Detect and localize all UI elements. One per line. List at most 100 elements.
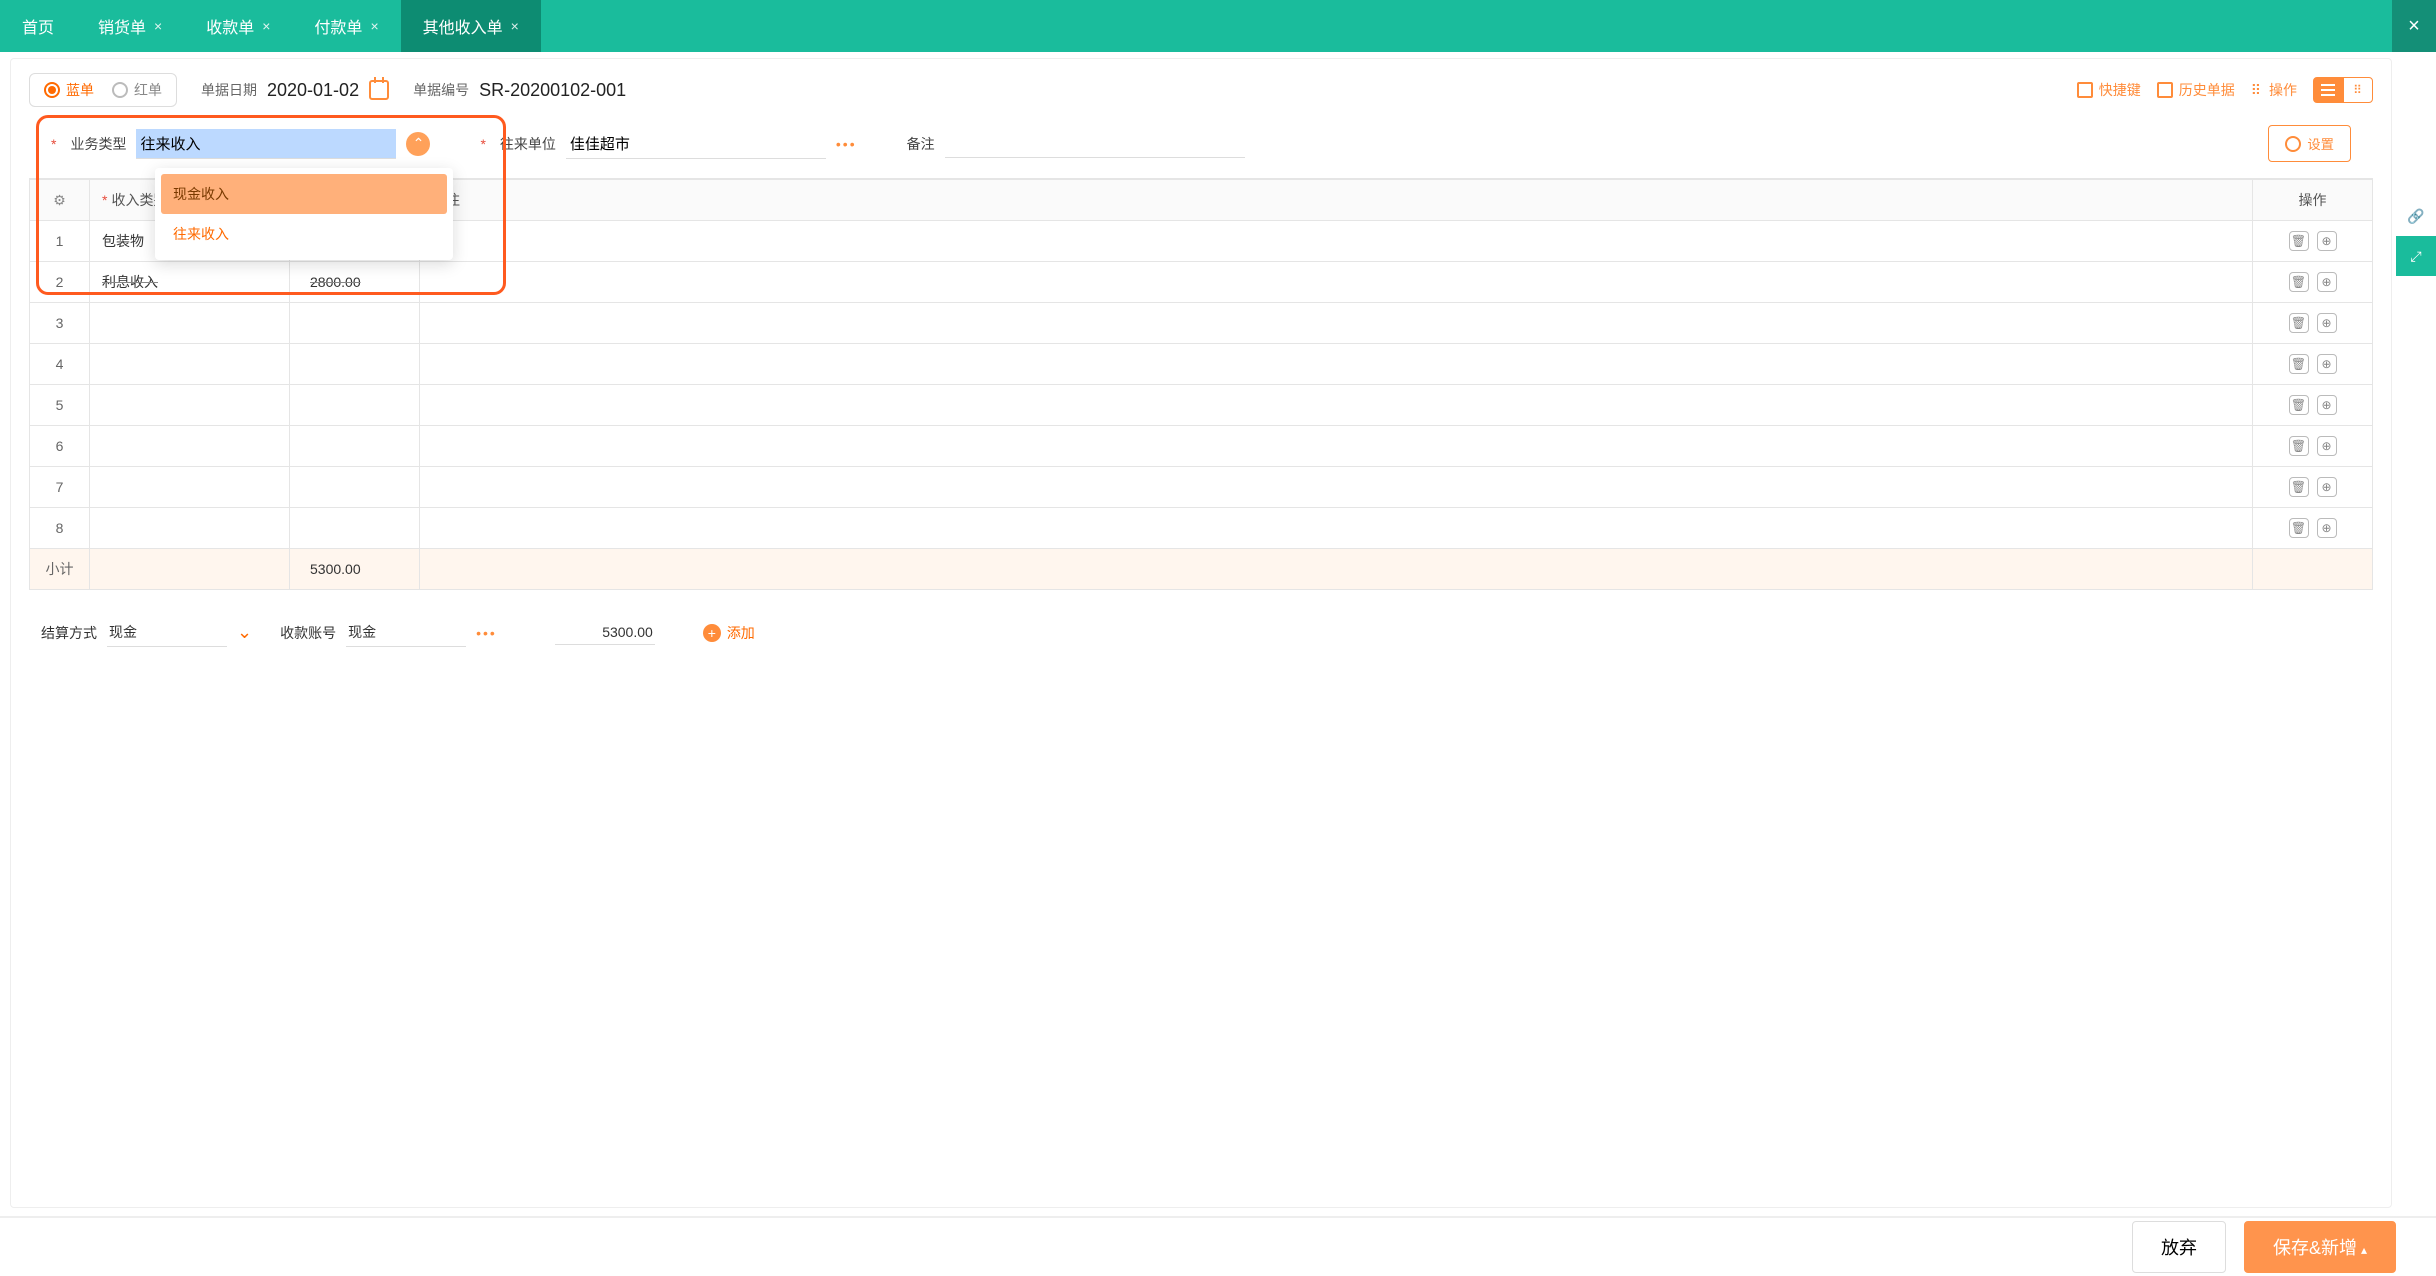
biz-type-field: * 业务类型 ⌃	[51, 129, 430, 159]
tab-home[interactable]: 首页	[0, 0, 76, 52]
close-icon[interactable]: ×	[262, 18, 270, 34]
expand-icon[interactable]: ⤢	[2396, 236, 2436, 276]
chevron-down-icon[interactable]: ⌄	[237, 622, 252, 643]
pay-amount[interactable]: 5300.00	[555, 620, 655, 645]
row-remark[interactable]	[420, 303, 2253, 344]
delete-icon[interactable]: 🗑	[2289, 518, 2309, 538]
history-icon	[2157, 82, 2173, 98]
row-amount[interactable]	[290, 426, 420, 467]
payment-row: 结算方式 现金 ⌄ 收款账号 现金 ••• 5300.00 + 添加	[11, 590, 2391, 647]
bill-date-label: 单据日期	[201, 80, 257, 100]
pay-account-label: 收款账号	[280, 623, 336, 643]
bill-date-field: 单据日期 2020-01-02	[201, 80, 389, 101]
row-remark[interactable]	[420, 221, 2253, 262]
chevron-up-icon[interactable]: ⌃	[406, 132, 430, 156]
biz-type-dropdown: 现金收入 往来收入	[155, 168, 453, 260]
table-row[interactable]: 8🗑⊕	[30, 508, 2373, 549]
row-amount[interactable]: 2800.00	[290, 262, 420, 303]
dropdown-option[interactable]: 往来收入	[161, 214, 447, 254]
discard-button[interactable]: 放弃	[2132, 1221, 2226, 1273]
shortcut-button[interactable]: 快捷键	[2077, 80, 2141, 100]
row-remark[interactable]	[420, 508, 2253, 549]
add-row-icon[interactable]: ⊕	[2317, 272, 2337, 292]
row-category[interactable]	[90, 426, 290, 467]
top-tab-bar: 首页 销货单× 收款单× 付款单× 其他收入单× ×	[0, 0, 2436, 52]
row-category[interactable]	[90, 467, 290, 508]
bill-number-field: 单据编号 SR-20200102-001	[413, 80, 626, 101]
add-row-icon[interactable]: ⊕	[2317, 395, 2337, 415]
close-icon[interactable]: ×	[511, 18, 519, 34]
view-list-button[interactable]	[2313, 77, 2343, 103]
history-button[interactable]: 历史单据	[2157, 80, 2235, 100]
radio-red[interactable]: 红单	[112, 80, 162, 100]
view-grid-button[interactable]: ⠿	[2343, 77, 2373, 103]
add-row-icon[interactable]: ⊕	[2317, 231, 2337, 251]
row-category[interactable]	[90, 344, 290, 385]
more-icon[interactable]: •••	[836, 136, 857, 152]
add-row-icon[interactable]: ⊕	[2317, 477, 2337, 497]
add-row-icon[interactable]: ⊕	[2317, 354, 2337, 374]
row-ops: 🗑⊕	[2253, 303, 2373, 344]
bill-number-value: SR-20200102-001	[479, 80, 626, 101]
calendar-icon[interactable]	[369, 80, 389, 100]
biz-type-label: 业务类型	[70, 134, 126, 154]
delete-icon[interactable]: 🗑	[2289, 354, 2309, 374]
table-row[interactable]: 4🗑⊕	[30, 344, 2373, 385]
row-amount[interactable]	[290, 344, 420, 385]
row-remark[interactable]	[420, 385, 2253, 426]
save-button[interactable]: 保存&新增▴	[2244, 1221, 2396, 1273]
pay-account-value[interactable]: 现金	[346, 618, 466, 647]
close-icon[interactable]: ×	[154, 18, 162, 34]
row-category[interactable]	[90, 385, 290, 426]
row-amount[interactable]	[290, 467, 420, 508]
row-category[interactable]: 利息收入	[90, 262, 290, 303]
add-payment-button[interactable]: + 添加	[703, 623, 755, 643]
close-panel-button[interactable]: ×	[2392, 0, 2436, 52]
note-input[interactable]	[945, 130, 1245, 158]
radio-blue[interactable]: 蓝单	[44, 80, 94, 100]
row-amount[interactable]	[290, 508, 420, 549]
add-row-icon[interactable]: ⊕	[2317, 436, 2337, 456]
table-row[interactable]: 7🗑⊕	[30, 467, 2373, 508]
row-amount[interactable]	[290, 385, 420, 426]
row-index: 5	[30, 385, 90, 426]
delete-icon[interactable]: 🗑	[2289, 313, 2309, 333]
more-icon[interactable]: •••	[476, 625, 497, 641]
table-row[interactable]: 6🗑⊕	[30, 426, 2373, 467]
gear-column-header[interactable]: ⚙	[30, 180, 90, 221]
tab-other-income[interactable]: 其他收入单×	[401, 0, 541, 52]
bill-date-value[interactable]: 2020-01-02	[267, 80, 359, 101]
row-remark[interactable]	[420, 467, 2253, 508]
row-remark[interactable]	[420, 426, 2253, 467]
delete-icon[interactable]: 🗑	[2289, 477, 2309, 497]
close-icon[interactable]: ×	[370, 18, 378, 34]
row-remark[interactable]	[420, 344, 2253, 385]
delete-icon[interactable]: 🗑	[2289, 231, 2309, 251]
row-category[interactable]	[90, 303, 290, 344]
delete-icon[interactable]: 🗑	[2289, 436, 2309, 456]
tab-receipt[interactable]: 收款单×	[184, 0, 292, 52]
row-remark[interactable]	[420, 262, 2253, 303]
dropdown-option[interactable]: 现金收入	[161, 174, 447, 214]
delete-icon[interactable]: 🗑	[2289, 272, 2309, 292]
table-row[interactable]: 2利息收入2800.00🗑⊕	[30, 262, 2373, 303]
row-category[interactable]	[90, 508, 290, 549]
table-row[interactable]: 3🗑⊕	[30, 303, 2373, 344]
footer: 放弃 保存&新增▴	[0, 1216, 2436, 1276]
tab-sales[interactable]: 销货单×	[76, 0, 184, 52]
operate-button[interactable]: ⠿操作	[2251, 80, 2297, 100]
unit-input[interactable]	[566, 129, 826, 159]
delete-icon[interactable]: 🗑	[2289, 395, 2309, 415]
pay-method-value[interactable]: 现金	[107, 618, 227, 647]
row-amount[interactable]	[290, 303, 420, 344]
link-icon[interactable]: 🔗	[2396, 196, 2436, 236]
add-row-icon[interactable]: ⊕	[2317, 313, 2337, 333]
row-index: 1	[30, 221, 90, 262]
add-row-icon[interactable]: ⊕	[2317, 518, 2337, 538]
setting-button[interactable]: 设置	[2268, 125, 2351, 162]
biz-type-input[interactable]	[136, 129, 396, 159]
plus-icon: +	[703, 624, 721, 642]
row-index: 3	[30, 303, 90, 344]
tab-payment[interactable]: 付款单×	[292, 0, 400, 52]
table-row[interactable]: 5 🗑 ⊕	[30, 385, 2373, 426]
